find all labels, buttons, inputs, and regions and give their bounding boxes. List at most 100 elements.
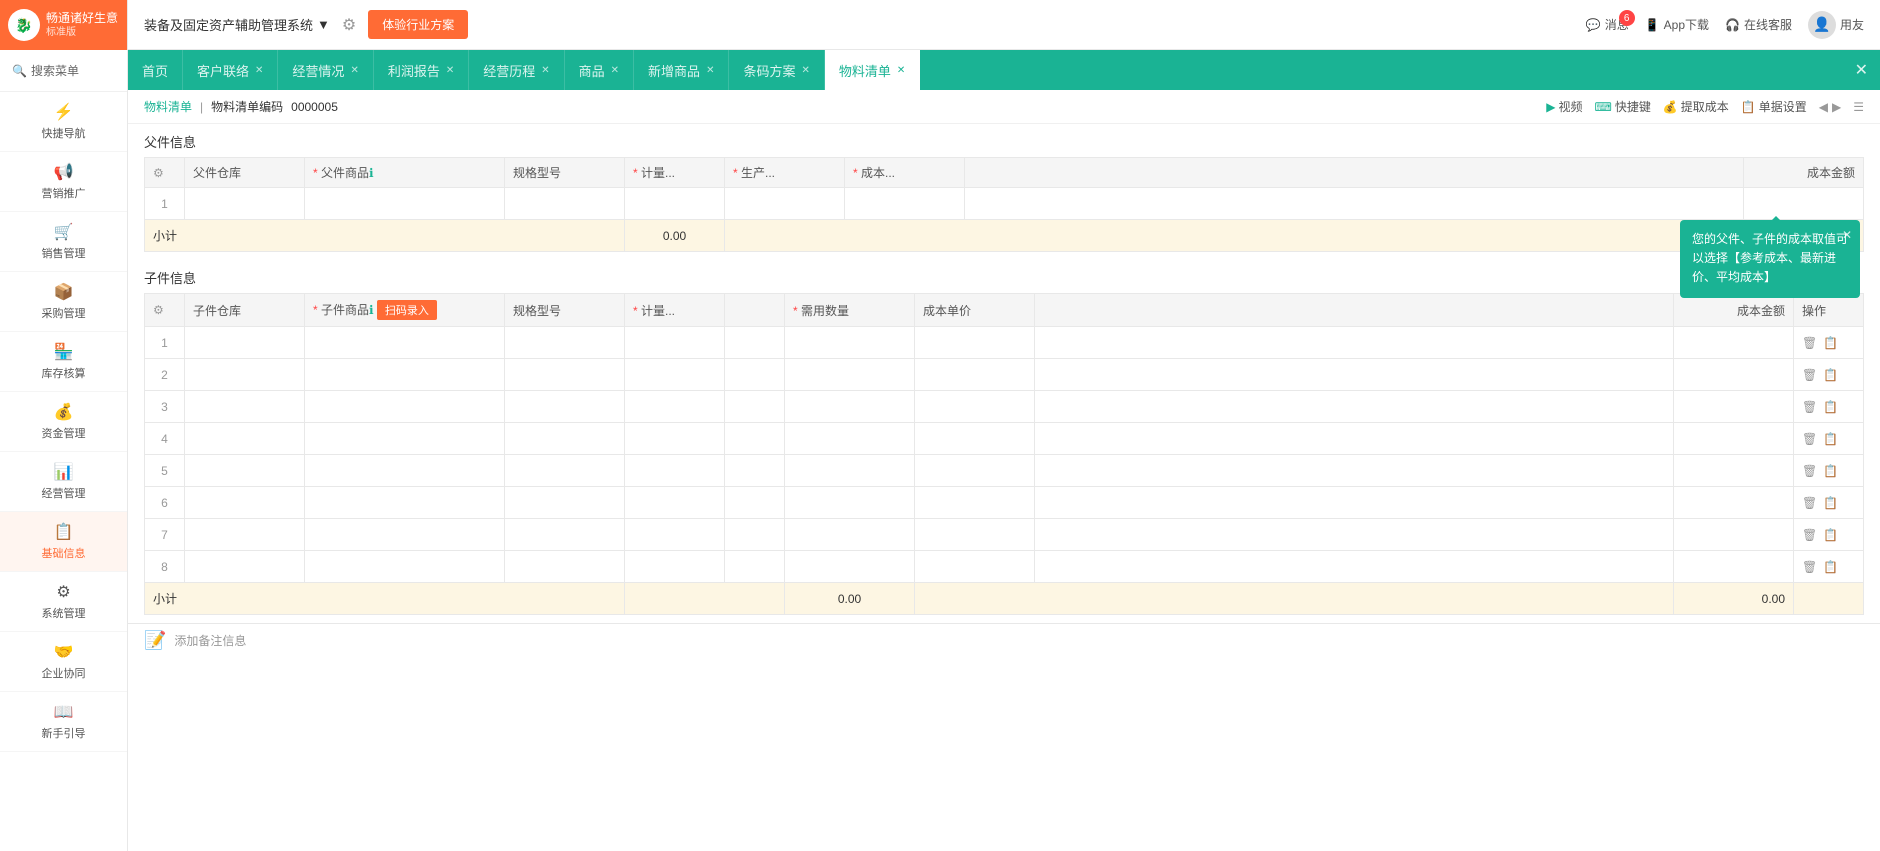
sidebar-item-operations[interactable]: 📊 经营管理: [0, 452, 127, 512]
sidebar-item-quicknav[interactable]: ⚡ 快捷导航: [0, 92, 127, 152]
child-goods-cell-3[interactable]: [305, 391, 505, 423]
child-unit-cost-cell-6[interactable]: [915, 487, 1035, 519]
parent-col-settings-icon[interactable]: ⚙: [153, 166, 164, 180]
trial-button[interactable]: 体验行业方案: [368, 10, 468, 39]
tab-goods-close[interactable]: ✕: [611, 65, 619, 76]
message-button[interactable]: 💬 消息 6: [1586, 16, 1629, 33]
child-spec-cell-4[interactable]: [505, 423, 625, 455]
child-goods-cell-2[interactable]: [305, 359, 505, 391]
child-unit-cell-4[interactable]: [625, 423, 725, 455]
child-warehouse-cell-1[interactable]: [185, 327, 305, 359]
sidebar-item-inventory[interactable]: 🏪 库存核算: [0, 332, 127, 392]
delete-row-icon-8[interactable]: 🗑: [1802, 560, 1817, 574]
add-note-icon[interactable]: 📝: [144, 630, 166, 651]
tab-customers[interactable]: 客户联络 ✕: [183, 50, 278, 90]
copy-row-icon-3[interactable]: 📋: [1823, 400, 1838, 414]
parent-goods-cell-1[interactable]: [305, 188, 505, 220]
delete-row-icon-5[interactable]: 🗑: [1802, 464, 1817, 478]
settings-icon[interactable]: ⚙: [342, 15, 356, 35]
tab-bom-close[interactable]: ✕: [897, 65, 905, 76]
tab-operations[interactable]: 经营情况 ✕: [278, 50, 373, 90]
child-spec-cell-7[interactable]: [505, 519, 625, 551]
child-col-settings-icon[interactable]: ⚙: [153, 303, 164, 317]
tab-barcode[interactable]: 条码方案 ✕: [729, 50, 824, 90]
sidebar-item-guide[interactable]: 📖 新手引导: [0, 692, 127, 752]
copy-row-icon-4[interactable]: 📋: [1823, 432, 1838, 446]
sidebar-item-sales[interactable]: 🛒 销售管理: [0, 212, 127, 272]
child-unit-cost-cell-7[interactable]: [915, 519, 1035, 551]
tab-goods[interactable]: 商品 ✕: [565, 50, 634, 90]
child-unit-cell-3[interactable]: [625, 391, 725, 423]
grid-icon[interactable]: ☰: [1853, 100, 1864, 114]
child-unit-cell-6[interactable]: [625, 487, 725, 519]
video-action[interactable]: ▶ 视频: [1546, 98, 1582, 115]
child-warehouse-cell-6[interactable]: [185, 487, 305, 519]
system-title-dropdown[interactable]: 装备及固定资产辅助管理系统 ▼: [144, 15, 330, 34]
child-unit-cost-cell-3[interactable]: [915, 391, 1035, 423]
child-qty-cell-1[interactable]: [785, 327, 915, 359]
child-unit-cell-7[interactable]: [625, 519, 725, 551]
online-service-button[interactable]: 🎧 在线客服: [1725, 16, 1792, 33]
child-qty-cell-4[interactable]: [785, 423, 915, 455]
sidebar-item-basic-info[interactable]: 📋 基础信息: [0, 512, 127, 572]
parent-unit-cell-1[interactable]: [625, 188, 725, 220]
parent-spec-cell-1[interactable]: [505, 188, 625, 220]
child-spec-cell-5[interactable]: [505, 455, 625, 487]
sidebar-item-system[interactable]: ⚙ 系统管理: [0, 572, 127, 632]
tab-profit-close[interactable]: ✕: [446, 65, 454, 76]
child-spec-cell-6[interactable]: [505, 487, 625, 519]
app-download-button[interactable]: 📱 App下载: [1645, 16, 1709, 33]
user-avatar[interactable]: 👤 用友: [1808, 11, 1864, 39]
prev-arrow-icon[interactable]: ◀: [1819, 100, 1828, 114]
child-unit-cost-cell-5[interactable]: [915, 455, 1035, 487]
child-warehouse-cell-4[interactable]: [185, 423, 305, 455]
sidebar-item-cooperation[interactable]: 🤝 企业协同: [0, 632, 127, 692]
tab-bom[interactable]: 物料清单 ✕: [825, 50, 920, 90]
copy-row-icon-1[interactable]: 📋: [1823, 336, 1838, 350]
child-spec-cell-3[interactable]: [505, 391, 625, 423]
child-qty-cell-6[interactable]: [785, 487, 915, 519]
tab-profit[interactable]: 利润报告 ✕: [374, 50, 469, 90]
child-qty-cell-2[interactable]: [785, 359, 915, 391]
child-goods-cell-8[interactable]: [305, 551, 505, 583]
copy-row-icon-2[interactable]: 📋: [1823, 368, 1838, 382]
child-qty-cell-7[interactable]: [785, 519, 915, 551]
tooltip-close-button[interactable]: ✕: [1842, 226, 1852, 245]
child-unit-cell-8[interactable]: [625, 551, 725, 583]
child-spec-cell-8[interactable]: [505, 551, 625, 583]
scan-input-button[interactable]: 扫码录入: [377, 300, 437, 320]
copy-row-icon-8[interactable]: 📋: [1823, 560, 1838, 574]
tab-new-goods[interactable]: 新增商品 ✕: [634, 50, 729, 90]
delete-row-icon-1[interactable]: 🗑: [1802, 336, 1817, 350]
child-qty-cell-8[interactable]: [785, 551, 915, 583]
tab-home[interactable]: 首页: [128, 50, 183, 90]
child-warehouse-cell-8[interactable]: [185, 551, 305, 583]
child-goods-cell-6[interactable]: [305, 487, 505, 519]
child-unit-cost-cell-8[interactable]: [915, 551, 1035, 583]
copy-row-icon-5[interactable]: 📋: [1823, 464, 1838, 478]
tab-history-close[interactable]: ✕: [541, 65, 549, 76]
tab-new-goods-close[interactable]: ✕: [706, 65, 714, 76]
copy-row-icon-6[interactable]: 📋: [1823, 496, 1838, 510]
close-all-tabs[interactable]: ✕: [1843, 50, 1880, 90]
delete-row-icon-6[interactable]: 🗑: [1802, 496, 1817, 510]
child-goods-cell-7[interactable]: [305, 519, 505, 551]
child-warehouse-cell-2[interactable]: [185, 359, 305, 391]
doc-settings-action[interactable]: 📋 单据设置: [1741, 98, 1807, 115]
child-unit-cell-1[interactable]: [625, 327, 725, 359]
tab-operations-close[interactable]: ✕: [350, 65, 358, 76]
child-spec-cell-1[interactable]: [505, 327, 625, 359]
child-goods-cell-5[interactable]: [305, 455, 505, 487]
sidebar-item-purchase[interactable]: 📦 采购管理: [0, 272, 127, 332]
breadcrumb-page[interactable]: 物料清单: [144, 98, 192, 115]
sidebar-item-marketing[interactable]: 📢 营销推广: [0, 152, 127, 212]
delete-row-icon-7[interactable]: 🗑: [1802, 528, 1817, 542]
parent-warehouse-cell-1[interactable]: [185, 188, 305, 220]
child-qty-cell-3[interactable]: [785, 391, 915, 423]
tab-barcode-close[interactable]: ✕: [801, 65, 809, 76]
next-arrow-icon[interactable]: ▶: [1832, 100, 1841, 114]
child-unit-cost-cell-1[interactable]: [915, 327, 1035, 359]
child-unit-cost-cell-2[interactable]: [915, 359, 1035, 391]
parent-produce-cell-1[interactable]: [725, 188, 845, 220]
tab-customers-close[interactable]: ✕: [255, 65, 263, 76]
